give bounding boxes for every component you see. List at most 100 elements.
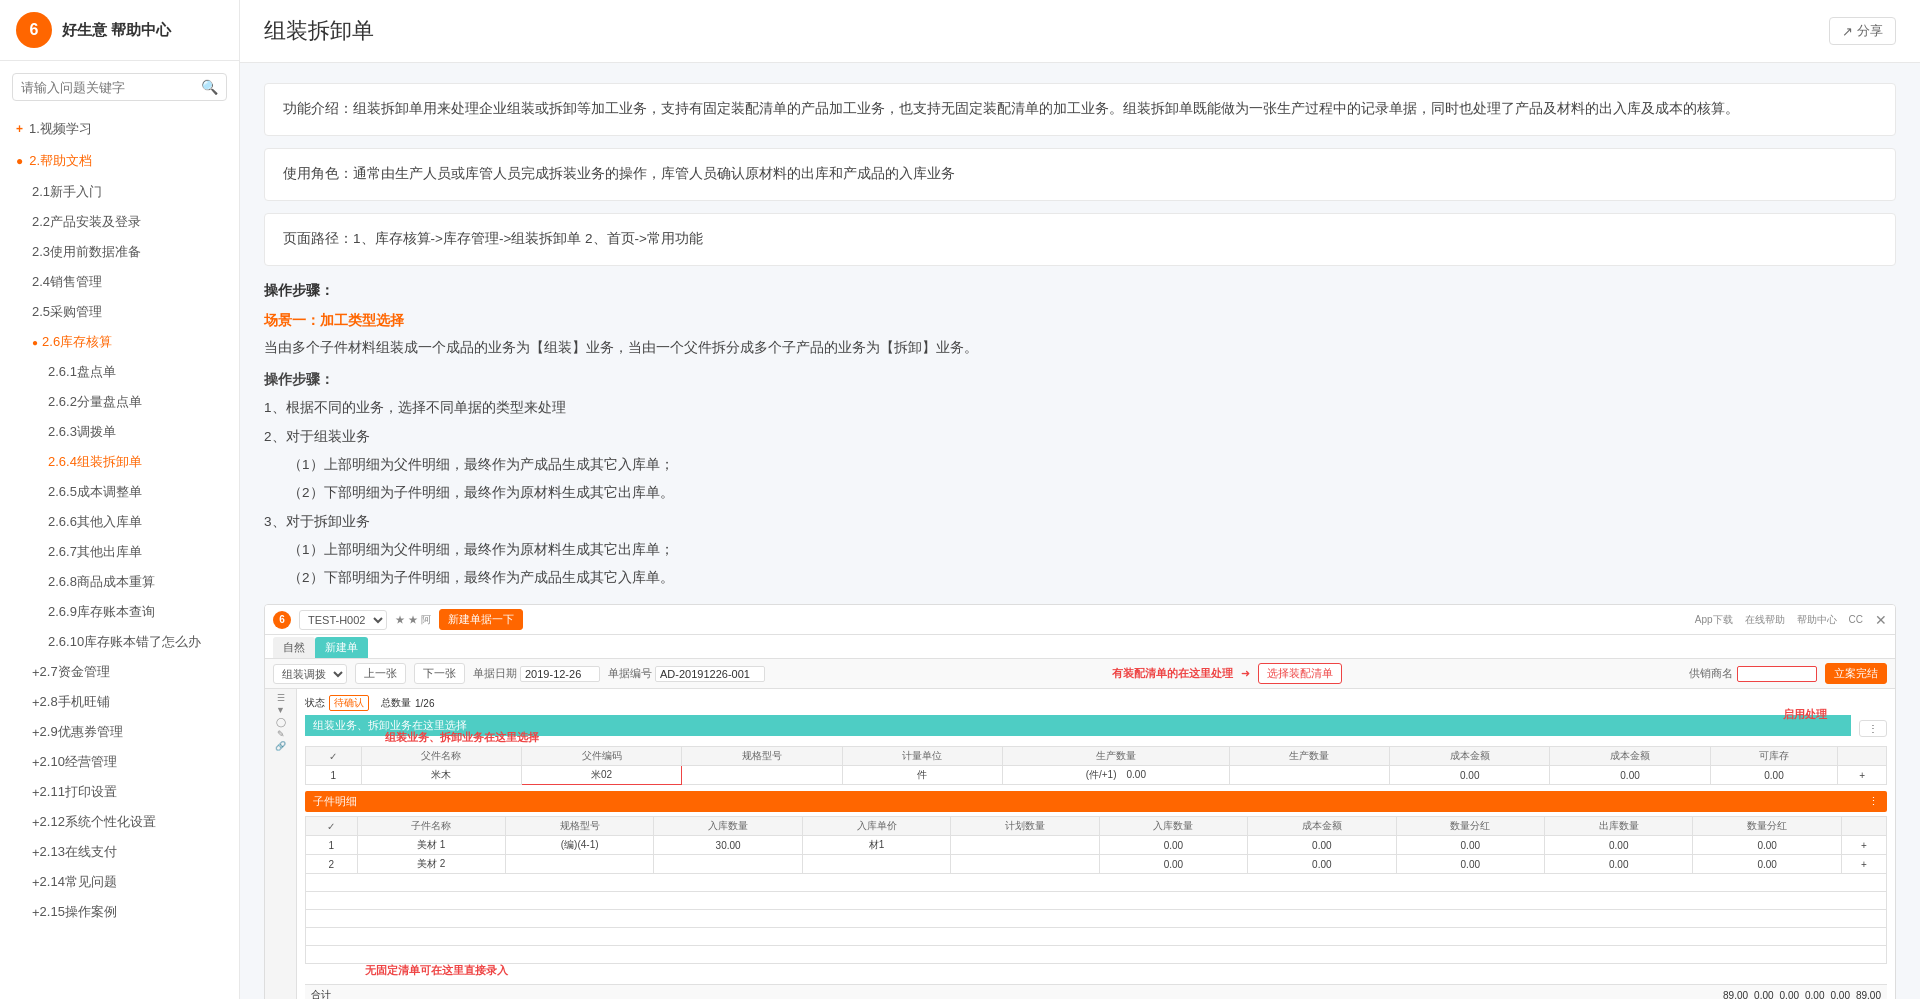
mock-td-cost2: 0.00 [1550,766,1710,785]
mock-lower-section-icon: ⋮ [1868,795,1879,808]
mock-lower-th-price: 入库单价 [802,817,950,836]
mock-nav-icon2[interactable]: ▼ [276,705,285,715]
mock-nav-icon5[interactable]: 🔗 [275,741,286,751]
sidebar-item-cost-adj[interactable]: 2.6.5成本调整单 [0,477,239,507]
plus-icon: + [32,665,40,680]
nav-sub-label: 2.7资金管理 [40,663,110,681]
plus-icon: + [32,845,40,860]
mock-app-link: App下载 [1695,613,1733,627]
sidebar-item-transfer[interactable]: 2.6.3调拨单 [0,417,239,447]
nav-sub-label: 2.6库存核算 [42,333,112,351]
mock-system-select[interactable]: TEST-H002 [299,610,387,630]
sidebar-item-assembly[interactable]: 2.6.4组装拆卸单 [0,447,239,477]
mock-docno-input[interactable] [655,666,765,682]
step3: 3、对于拆卸业务 [264,510,1896,534]
sidebar-item-beginner[interactable]: 2.1新手入门 [0,177,239,207]
mock-lower-th-inqty: 入库数量 [654,817,802,836]
mock-date-input[interactable] [520,666,600,682]
mock-close-icon[interactable]: ✕ [1875,612,1887,628]
mock-lower-td-action2[interactable]: + [1841,855,1886,874]
mock-nav-icon1[interactable]: ☰ [277,693,285,703]
mock-th-prod-qty2: 生产数量 [1229,747,1389,766]
mock-lower-td-ratio2: 0.00 [1396,855,1544,874]
mock-td-parent-name: 米木 [361,766,521,785]
mock-doc-type-select[interactable]: 单据类型 组装调拨 [273,664,347,684]
sidebar-item-ledger-fix[interactable]: 2.6.10库存账本错了怎么办 [0,627,239,657]
mock-prev-btn[interactable]: 上一张 [355,663,406,684]
mock-annotation1: 有装配清单的在这里处理 [1112,666,1233,681]
sidebar-item-customize[interactable]: + 2.12系统个性化设置 [0,807,239,837]
sidebar-item-sales[interactable]: 2.4销售管理 [0,267,239,297]
mock-lower-td-outratio1: 0.00 [1693,836,1841,855]
sidebar-item-other-in[interactable]: 2.6.6其他入库单 [0,507,239,537]
mock-td-cost: 0.00 [1390,766,1550,785]
table-row: 1 米木 米02 件 (件/+1) 0.00 0.00 0.00 0.0 [306,766,1887,785]
mock-titlebar: 6 TEST-H002 ★ ★ 阿 新建单据一下 App下载 在线帮助 帮助中心… [265,605,1895,635]
mock-assembly-list-btn[interactable]: 选择装配清单 [1258,663,1342,684]
mock-lower-section-bar: 子件明细 ⋮ [305,791,1887,812]
mock-th-parent-name: 父件名称 [361,747,521,766]
mock-new-btn[interactable]: 新建单据一下 [439,609,523,630]
sidebar-item-coupon[interactable]: + 2.9优惠券管理 [0,717,239,747]
mock-upper-action-btn[interactable]: ⋮ [1859,720,1887,737]
path-intro-box: 页面路径：1、库存核算->库存管理->组装拆卸单 2、首页->常用功能 [264,213,1896,266]
sidebar-item-print[interactable]: + 2.11打印设置 [0,777,239,807]
sidebar-item-purchase[interactable]: 2.5采购管理 [0,297,239,327]
path-intro-text: 页面路径：1、库存核算->库存管理->组装拆卸单 2、首页->常用功能 [283,231,703,246]
mock-next-btn[interactable]: 下一张 [414,663,465,684]
sidebar-item-cases[interactable]: + 2.15操作案例 [0,897,239,927]
sidebar-item-ledger[interactable]: 2.6.9库存账本查询 [0,597,239,627]
sidebar-item-inventory[interactable]: ● 2.6库存核算 [0,327,239,357]
sidebar-item-payment[interactable]: + 2.13在线支付 [0,837,239,867]
mock-lower-td-plan2 [951,855,1099,874]
mock-td-prod-qty2 [1229,766,1389,785]
role-intro-box: 使用角色：通常由生产人员或库管人员完成拆装业务的操作，库管人员确认原材料的出库和… [264,148,1896,201]
sidebar-item-partial-stock[interactable]: 2.6.2分量盘点单 [0,387,239,417]
mock-tab-home[interactable]: 自然 [273,637,315,658]
sidebar-item-video[interactable]: + 1.视频学习 [0,113,239,145]
search-icon[interactable]: 🔍 [201,79,218,95]
mock-lower-td-price2 [802,855,950,874]
mock-lower-td-name1: 美材 1 [357,836,505,855]
mock-nav-icon3[interactable]: ◯ [276,717,286,727]
mock-nav-icon4[interactable]: ✎ [277,729,285,739]
table-row: 2 美材 2 0.00 0.00 0.00 0.00 [306,855,1887,874]
mock-lower-td-actual1: 0.00 [1099,836,1247,855]
step3-1: （1）上部明细为父件明细，最终作为原材料生成其它出库单； [264,538,1896,562]
mock-total1: 89.00 [1723,990,1748,999]
sidebar-item-install[interactable]: 2.2产品安装及登录 [0,207,239,237]
share-button[interactable]: ↗ 分享 [1829,17,1896,45]
mock-lower-td-action1[interactable]: + [1841,836,1886,855]
nav-sub-label: 2.12系统个性化设置 [40,813,156,831]
search-input[interactable] [21,80,201,95]
nav-sub-label: 2.11打印设置 [40,783,117,801]
mock-icons-row: ★ ★ 阿 [395,613,431,627]
sidebar: 6 好生意 帮助中心 🔍 + 1.视频学习 ● 2.帮助文档 2.1新手入门 2… [0,0,240,999]
mock-type-annotation: 组装业务、拆卸业务在这里选择 [385,730,539,745]
sidebar-item-faq[interactable]: + 2.14常见问题 [0,867,239,897]
sidebar-item-docs[interactable]: ● 2.帮助文档 [0,145,239,177]
sidebar-item-cost-recalc[interactable]: 2.6.8商品成本重算 [0,567,239,597]
sidebar-item-stocktake[interactable]: 2.6.1盘点单 [0,357,239,387]
search-box[interactable]: 🔍 [12,73,227,101]
nav-sub-label: 2.10经营管理 [40,753,117,771]
mock-th-prod-qty: 生产数量 [1002,747,1229,766]
mock-td-check[interactable]: 1 [306,766,362,785]
mock-confirm-btn[interactable]: 立案完结 [1825,663,1887,684]
mock-tab-new[interactable]: 新建单 [315,637,368,658]
sidebar-item-data-prep[interactable]: 2.3使用前数据准备 [0,237,239,267]
mock-td-action[interactable]: + [1838,766,1887,785]
mock-qty-value: 1/26 [415,698,434,709]
mock-lower-td-seq2: 2 [306,855,358,874]
sidebar-item-mobile[interactable]: + 2.8手机旺铺 [0,687,239,717]
ops-steps-heading: 操作步骤： [264,368,1896,392]
mock-td-prod-qty: (件/+1) 0.00 [1002,766,1229,785]
sidebar-item-ops[interactable]: + 2.10经营管理 [0,747,239,777]
sidebar-item-other-out[interactable]: 2.6.7其他出库单 [0,537,239,567]
mock-customer-input[interactable] [1737,666,1817,682]
plus-icon: + [32,725,40,740]
sidebar-item-finance[interactable]: + 2.7资金管理 [0,657,239,687]
mock-lower-th-name: 子件名称 [357,817,505,836]
nav-sub-label: 2.6.10库存账本错了怎么办 [48,633,201,651]
mock-date-group: 单据日期 [473,666,600,682]
